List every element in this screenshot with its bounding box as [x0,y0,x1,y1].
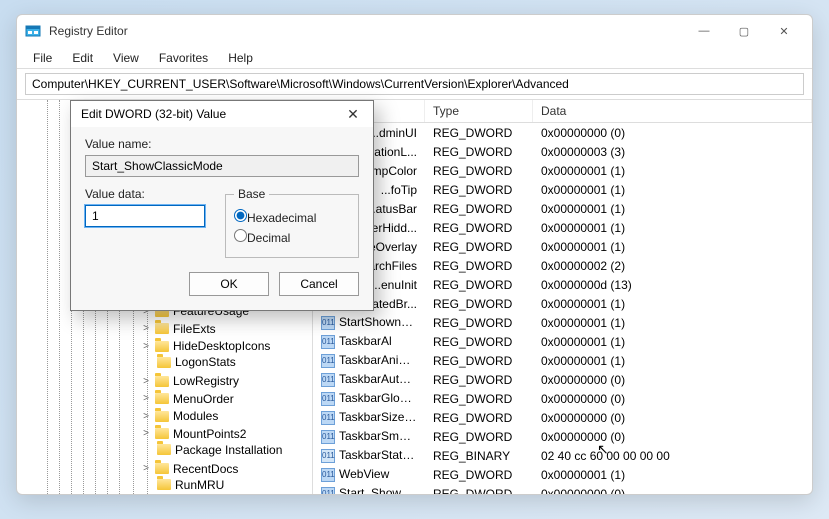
value-row[interactable]: ...foTipREG_DWORD0x00000001 (1) [313,180,812,199]
folder-icon [155,341,169,352]
reg-value-icon: 011 [321,373,335,387]
value-row[interactable]: ...atusBarREG_DWORD0x00000001 (1) [313,199,812,218]
reg-value-icon: 011 [321,354,335,368]
minimize-button[interactable]: — [684,19,724,43]
reg-value-icon: 011 [321,468,335,482]
value-row[interactable]: ...earchFilesREG_DWORD0x00000002 (2) [313,256,812,275]
value-data-label: Value data: [85,187,205,201]
values-list[interactable]: Name Type Data ...dminUIREG_DWORD0x00000… [313,100,812,494]
ok-button[interactable]: OK [189,272,269,296]
dialog-title: Edit DWORD (32-bit) Value [81,107,343,121]
value-row[interactable]: 011TaskbarSizeMoveREG_DWORD0x00000000 (0… [313,408,812,427]
value-row[interactable]: ...grationL...REG_DWORD0x00000003 (3) [313,142,812,161]
menu-file[interactable]: File [23,49,62,66]
folder-icon [155,393,169,404]
value-row[interactable]: ...dminUIREG_DWORD0x00000000 (0) [313,123,812,142]
col-data[interactable]: Data [533,100,812,122]
edit-dword-dialog: Edit DWORD (32-bit) Value ✕ Value name: … [70,100,374,311]
folder-icon [155,463,169,474]
addressbar [17,69,812,100]
maximize-button[interactable]: ▢ [724,19,764,43]
list-header: Name Type Data [313,100,812,123]
menubar: File Edit View Favorites Help [17,47,812,69]
menu-view[interactable]: View [103,49,149,66]
reg-value-icon: 011 [321,430,335,444]
value-row[interactable]: ...enuInitREG_DWORD0x0000000d (13) [313,275,812,294]
folder-icon [155,376,169,387]
menu-favorites[interactable]: Favorites [149,49,218,66]
tree-node[interactable]: >Modules [141,409,218,423]
folder-icon [157,357,171,368]
app-icon [25,23,41,39]
tree-node[interactable]: >MountPoints2 [141,427,246,441]
titlebar: Registry Editor — ▢ ✕ [17,15,812,47]
value-row[interactable]: ...gratedBr...REG_DWORD0x00000001 (1) [313,294,812,313]
value-name-field[interactable] [85,155,359,177]
folder-icon [155,411,169,422]
folder-icon [155,428,169,439]
value-row[interactable]: 011TaskbarAlREG_DWORD0x00000001 (1) [313,332,812,351]
base-legend: Base [234,187,269,201]
menu-help[interactable]: Help [218,49,263,66]
tree-node[interactable]: >MenuOrder [141,392,234,406]
col-type[interactable]: Type [425,100,533,122]
reg-value-icon: 011 [321,449,335,463]
tree-node[interactable]: >FileExts [141,322,216,336]
folder-icon [155,323,169,334]
cancel-button[interactable]: Cancel [279,272,359,296]
address-input[interactable] [25,73,804,95]
value-row[interactable]: ...peOverlayREG_DWORD0x00000001 (1) [313,237,812,256]
value-row[interactable]: 011TaskbarAnimati...REG_DWORD0x00000001 … [313,351,812,370]
value-row[interactable]: 011TaskbarGlomLevelREG_DWORD0x00000000 (… [313,389,812,408]
radio-decimal[interactable]: Decimal [234,229,350,245]
base-group: Base Hexadecimal Decimal [225,187,359,258]
tree-node[interactable]: >RecentDocs [141,462,238,476]
value-row[interactable]: 011TaskbarStateLast...REG_BINARY02 40 cc… [313,446,812,465]
menu-edit[interactable]: Edit [62,49,103,66]
window-title: Registry Editor [49,24,684,38]
reg-value-icon: 011 [321,487,335,494]
value-row[interactable]: 011StartShownOnU...REG_DWORD0x00000001 (… [313,313,812,332]
value-row[interactable]: 011TaskbarSmallIconsREG_DWORD0x00000000 … [313,427,812,446]
tree-node[interactable]: >LowRegistry [141,374,239,388]
tree-node[interactable]: RunMRU [157,478,224,492]
dialog-close-button[interactable]: ✕ [343,107,363,121]
reg-value-icon: 011 [321,316,335,330]
value-row[interactable]: 011Start_ShowClass...REG_DWORD0x00000000… [313,484,812,494]
folder-icon [157,479,171,490]
close-button[interactable]: ✕ [764,19,804,43]
value-row[interactable]: ...mpColorREG_DWORD0x00000001 (1) [313,161,812,180]
reg-value-icon: 011 [321,411,335,425]
dialog-titlebar: Edit DWORD (32-bit) Value ✕ [71,101,373,127]
value-row[interactable]: ...uperHidd...REG_DWORD0x00000001 (1) [313,218,812,237]
reg-value-icon: 011 [321,335,335,349]
value-data-field[interactable] [85,205,205,227]
tree-node[interactable]: Package Installation [157,443,282,457]
tree-node[interactable]: >HideDesktopIcons [141,339,270,353]
radio-hexadecimal[interactable]: Hexadecimal [234,209,350,225]
value-name-label: Value name: [85,137,359,151]
folder-icon [157,444,171,455]
value-row[interactable]: 011WebViewREG_DWORD0x00000001 (1) [313,465,812,484]
reg-value-icon: 011 [321,392,335,406]
value-row[interactable]: 011TaskbarAutoHid...REG_DWORD0x00000000 … [313,370,812,389]
tree-node[interactable]: LogonStats [157,355,236,369]
